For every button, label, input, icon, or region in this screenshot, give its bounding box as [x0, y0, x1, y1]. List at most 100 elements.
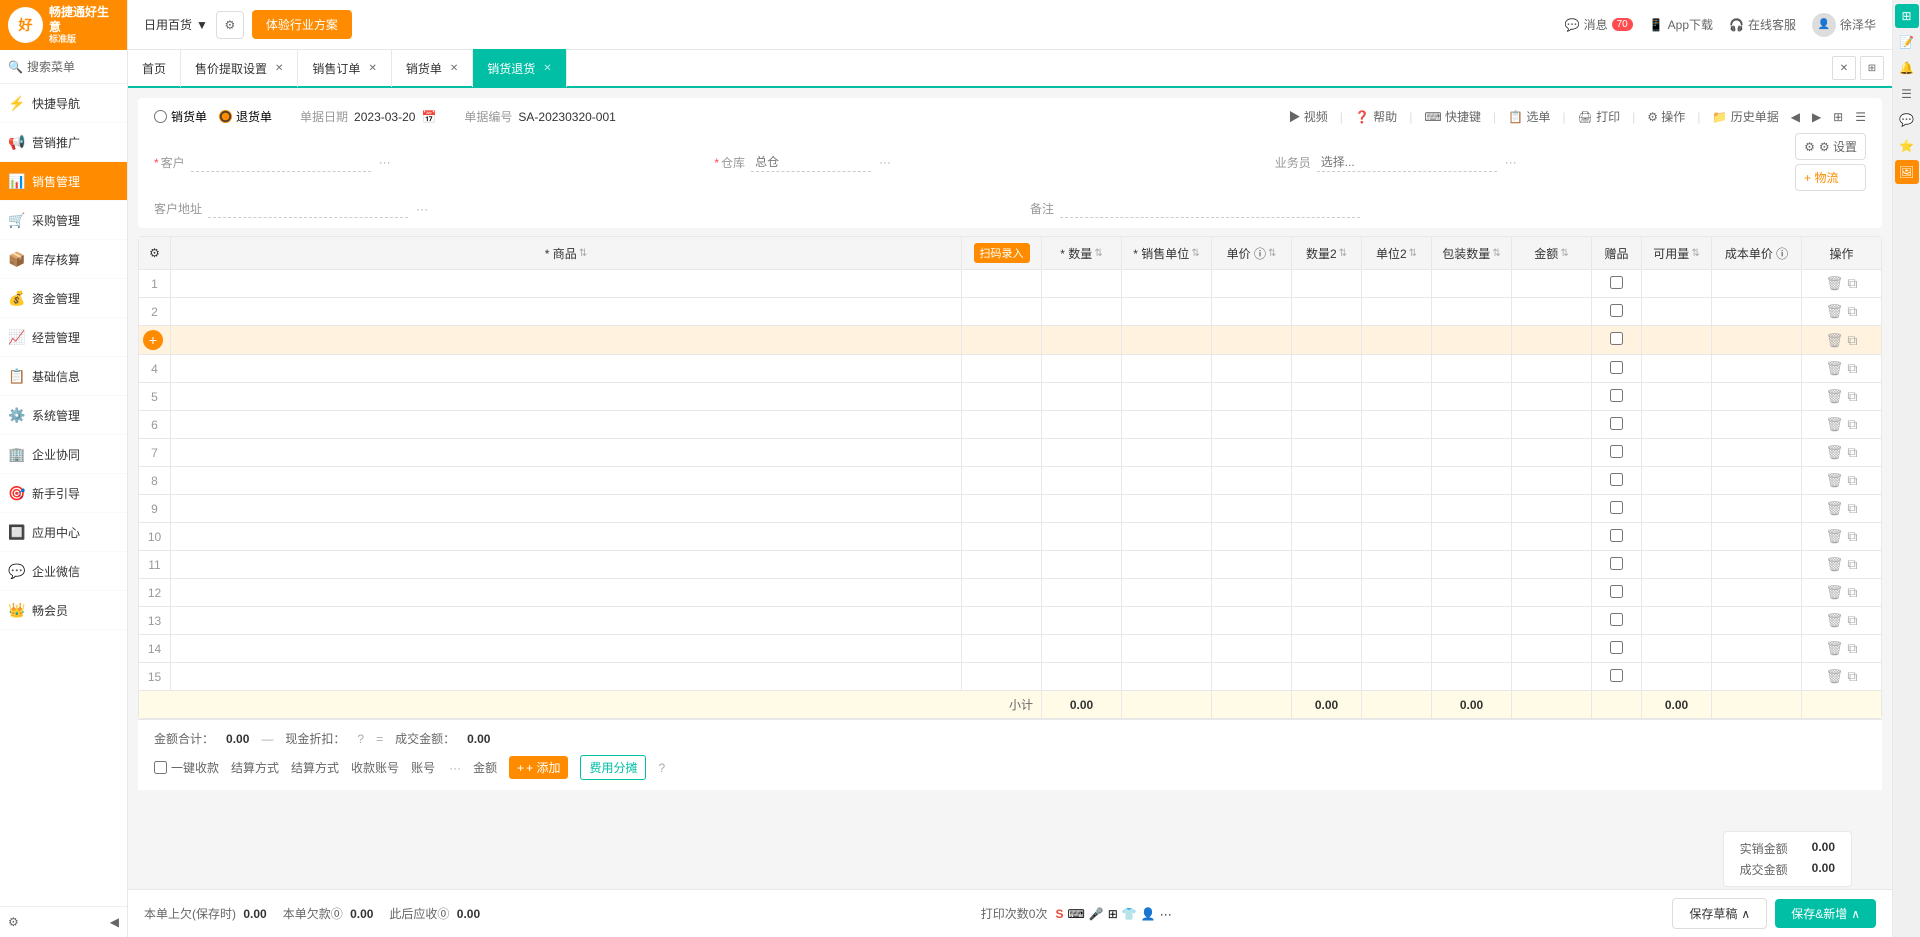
unit-price-cell-9[interactable]: [1212, 495, 1292, 523]
unit2-cell-7[interactable]: [1362, 439, 1432, 467]
gift-cell-4[interactable]: [1592, 355, 1642, 383]
toolbar-grid-view[interactable]: ⊞: [1833, 110, 1843, 124]
copy-row-8-icon[interactable]: ⧉: [1847, 472, 1857, 489]
gift-cell-12[interactable]: [1592, 579, 1642, 607]
salesperson-input[interactable]: [1317, 153, 1497, 172]
tab-home[interactable]: 首页: [128, 49, 181, 87]
app-download-button[interactable]: 📱 App下载: [1649, 16, 1713, 33]
save-draft-button[interactable]: 保存草稿 ∧: [1672, 898, 1767, 929]
tab-close-sale-delivery[interactable]: ✕: [450, 63, 458, 74]
sidebar-item-wechat[interactable]: 💬 企业微信: [0, 552, 127, 591]
copy-row-12-icon[interactable]: ⧉: [1847, 584, 1857, 601]
copy-row-11-icon[interactable]: ⧉: [1847, 556, 1857, 573]
amount-cell-8[interactable]: [1512, 467, 1592, 495]
product-cell-5[interactable]: [171, 383, 962, 411]
collapse-icon[interactable]: ◀: [110, 915, 119, 929]
sale-unit-cell-10[interactable]: [1122, 523, 1212, 551]
cost-unit-cell-10[interactable]: [1712, 523, 1802, 551]
delete-row-12-icon[interactable]: 🗑: [1826, 584, 1844, 601]
calendar-icon[interactable]: 📅: [421, 110, 436, 124]
header-gear-button[interactable]: ⚙: [216, 11, 244, 39]
settings-side-button[interactable]: ⚙ ⚙ 设置: [1795, 133, 1866, 160]
gift-cell-2[interactable]: [1592, 298, 1642, 326]
qty2-cell-8[interactable]: [1292, 467, 1362, 495]
amount-cell-14[interactable]: [1512, 635, 1592, 663]
qty-cell-1[interactable]: [1042, 270, 1122, 298]
sidebar-item-inventory[interactable]: 📦 库存核算: [0, 240, 127, 279]
qty-cell-11[interactable]: [1042, 551, 1122, 579]
sort-price-icon[interactable]: ⇅: [1268, 248, 1276, 259]
pack-qty-cell-4[interactable]: [1432, 355, 1512, 383]
gift-cell-13[interactable]: [1592, 607, 1642, 635]
cost-unit-cell-13[interactable]: [1712, 607, 1802, 635]
amount-cell-2[interactable]: [1512, 298, 1592, 326]
rp-chat-button[interactable]: 💬: [1895, 108, 1919, 132]
save-new-button[interactable]: 保存&新增 ∧: [1775, 899, 1876, 928]
available-cell-1[interactable]: [1642, 270, 1712, 298]
available-cell-15[interactable]: [1642, 663, 1712, 691]
sidebar-item-apps[interactable]: 🔲 应用中心: [0, 513, 127, 552]
tab-close-all-button[interactable]: ✕: [1832, 56, 1856, 80]
qty2-cell-5[interactable]: [1292, 383, 1362, 411]
cost-unit-cell-14[interactable]: [1712, 635, 1802, 663]
product-cell-12[interactable]: [171, 579, 962, 607]
pack-qty-cell-13[interactable]: [1432, 607, 1512, 635]
toolbar-help[interactable]: ❓ 帮助: [1355, 108, 1397, 125]
unit2-cell-13[interactable]: [1362, 607, 1432, 635]
pack-qty-cell-14[interactable]: [1432, 635, 1512, 663]
tab-sale-delivery[interactable]: 销货单 ✕: [392, 49, 473, 87]
pack-qty-cell-8[interactable]: [1432, 467, 1512, 495]
unit-price-cell-11[interactable]: [1212, 551, 1292, 579]
unit2-cell-2[interactable]: [1362, 298, 1432, 326]
qty-cell-4[interactable]: [1042, 355, 1122, 383]
copy-row-7-icon[interactable]: ⧉: [1847, 444, 1857, 461]
add-payment-button[interactable]: + + 添加: [509, 756, 568, 779]
qty-cell-14[interactable]: [1042, 635, 1122, 663]
sort-pack-icon[interactable]: ⇅: [1492, 248, 1500, 259]
gift-cell-15[interactable]: [1592, 663, 1642, 691]
unit2-cell-11[interactable]: [1362, 551, 1432, 579]
copy-row-3-icon[interactable]: ⧉: [1847, 332, 1857, 349]
sale-unit-cell-6[interactable]: [1122, 411, 1212, 439]
amount-cell-13[interactable]: [1512, 607, 1592, 635]
copy-row-15-icon[interactable]: ⧉: [1847, 668, 1857, 685]
th-scan[interactable]: 扫码录入: [962, 237, 1042, 270]
sale-unit-cell-5[interactable]: [1122, 383, 1212, 411]
amount-cell-11[interactable]: [1512, 551, 1592, 579]
delete-row-1-icon[interactable]: 🗑: [1826, 275, 1844, 292]
gift-cell-7[interactable]: [1592, 439, 1642, 467]
sort-qty2-icon[interactable]: ⇅: [1339, 248, 1347, 259]
available-cell-2[interactable]: [1642, 298, 1712, 326]
sort-unit-icon[interactable]: ⇅: [1191, 248, 1199, 259]
delete-row-15-icon[interactable]: 🗑: [1826, 668, 1844, 685]
customer-input[interactable]: [191, 153, 371, 172]
product-cell-10[interactable]: [171, 523, 962, 551]
copy-row-14-icon[interactable]: ⧉: [1847, 640, 1857, 657]
delete-row-2-icon[interactable]: 🗑: [1826, 303, 1844, 320]
toolbar-print[interactable]: 🖨 打印: [1578, 108, 1621, 125]
expense-split-button[interactable]: 费用分摊: [580, 755, 646, 780]
available-cell-13[interactable]: [1642, 607, 1712, 635]
gift-cell-1[interactable]: [1592, 270, 1642, 298]
gift-cell-14[interactable]: [1592, 635, 1642, 663]
copy-row-9-icon[interactable]: ⧉: [1847, 500, 1857, 517]
unit2-cell-5[interactable]: [1362, 383, 1432, 411]
logistics-side-button[interactable]: + 物流: [1795, 164, 1866, 191]
qty-cell-9[interactable]: [1042, 495, 1122, 523]
qty-cell-3[interactable]: [1042, 326, 1122, 355]
qty2-cell-9[interactable]: [1292, 495, 1362, 523]
copy-row-2-icon[interactable]: ⧉: [1847, 303, 1857, 320]
cost-unit-cell-1[interactable]: [1712, 270, 1802, 298]
tab-close-sale-return[interactable]: ✕: [543, 63, 551, 74]
delete-row-3-icon[interactable]: 🗑: [1826, 332, 1844, 349]
copy-row-13-icon[interactable]: ⧉: [1847, 612, 1857, 629]
unit2-cell-12[interactable]: [1362, 579, 1432, 607]
qty2-cell-7[interactable]: [1292, 439, 1362, 467]
online-service-button[interactable]: 🎧 在线客服: [1729, 16, 1796, 33]
tab-sale-return[interactable]: 销货退货 ✕: [473, 49, 566, 87]
delete-row-9-icon[interactable]: 🗑: [1826, 500, 1844, 517]
gift-cell-9[interactable]: [1592, 495, 1642, 523]
customer-dots-button[interactable]: ···: [379, 155, 391, 169]
unit-price-cell-6[interactable]: [1212, 411, 1292, 439]
qty2-cell-2[interactable]: [1292, 298, 1362, 326]
